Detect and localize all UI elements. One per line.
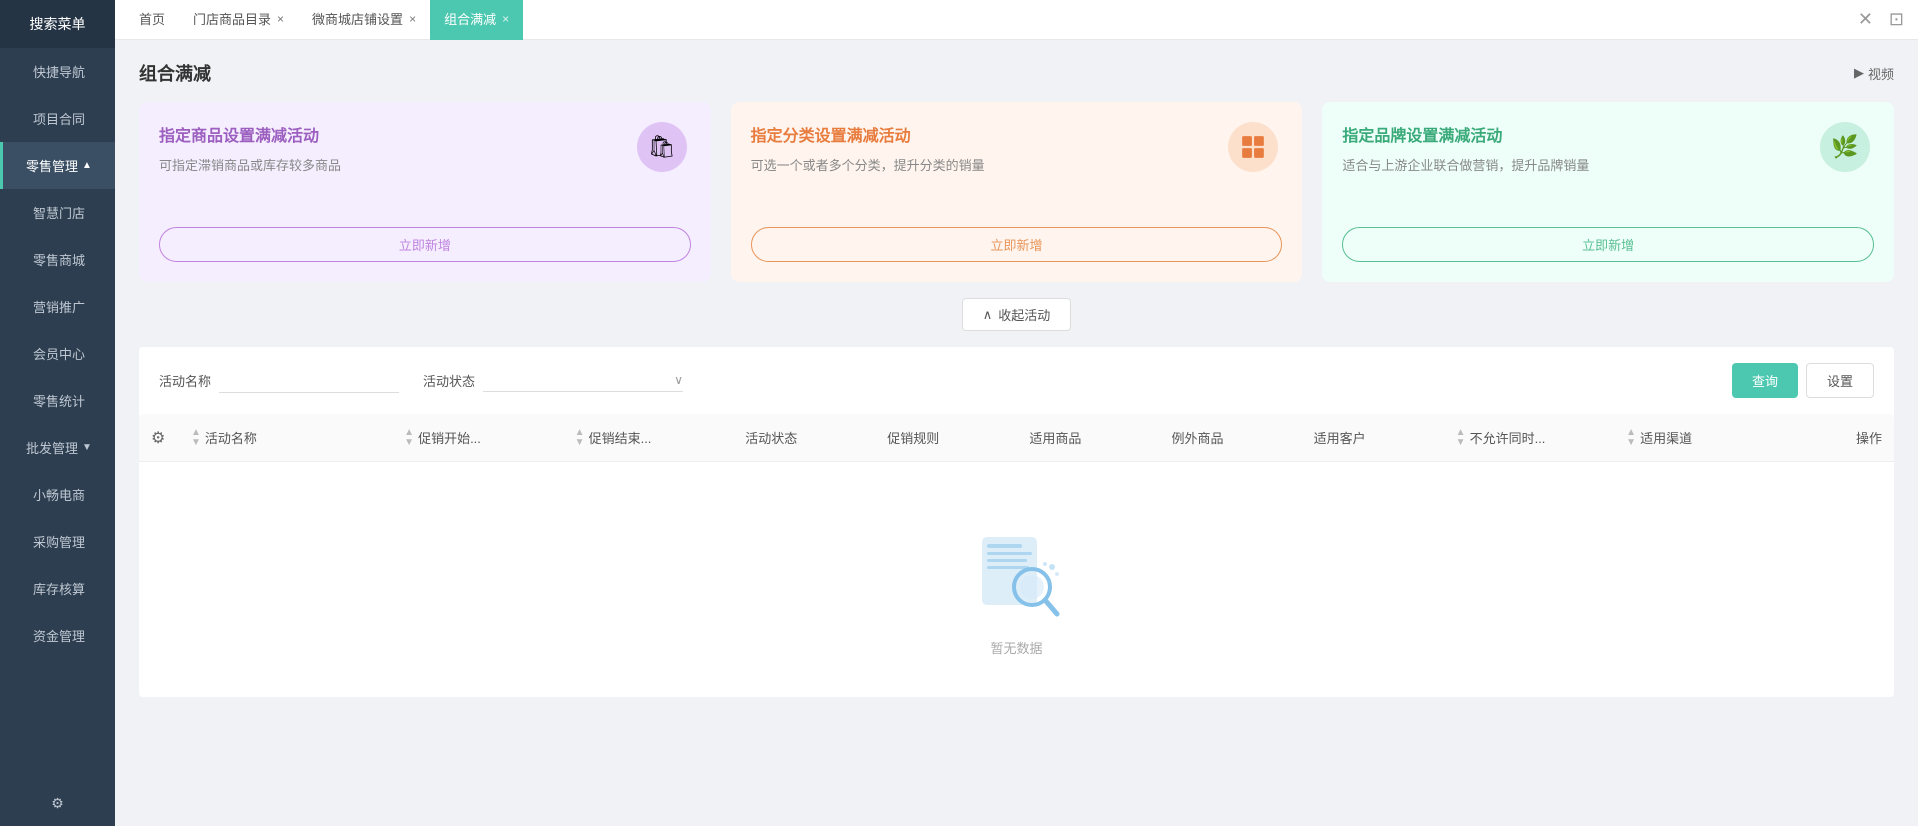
sidebar-settings-btn[interactable]: ⚙ (0, 781, 115, 826)
collapse-bar: ∧ 收起活动 (139, 298, 1894, 331)
chevron-down-icon: ∨ (674, 373, 683, 387)
chevron-up-icon: ∧ (983, 307, 993, 323)
promo-card-category-desc: 可选一个或者多个分类，提升分类的销量 (751, 156, 1283, 177)
sidebar: 搜索菜单 快捷导航 项目合同 零售管理 ▲ 智慧门店 零售商城 营销推广 会员中… (0, 0, 115, 826)
th-goods: 适用商品 (1029, 428, 1171, 447)
main-area: 首页 门店商品目录 × 微商城店铺设置 × 组合满减 × ✕ ⊡ 组合满减 ▶ … (115, 0, 1918, 826)
close-tab-combo-discount[interactable]: × (502, 12, 509, 26)
th-start: ▲▼ 促销开始... (404, 428, 575, 448)
th-gear[interactable]: ⚙ (151, 428, 191, 448)
filter-name-group: 活动名称 (159, 369, 399, 393)
close-tab-store-catalog[interactable]: × (277, 12, 284, 26)
table-header: ⚙ ▲▼ 活动名称 ▲▼ 促销开始... ▲▼ 促销结束... (139, 414, 1894, 462)
settings-button[interactable]: 设置 (1806, 363, 1874, 398)
sidebar-item-project-contract[interactable]: 项目合同 (0, 95, 115, 142)
tab-wechat-store-settings[interactable]: 微商城店铺设置 × (298, 0, 430, 40)
sidebar-search[interactable]: 搜索菜单 (0, 0, 115, 48)
table-wrapper: ⚙ ▲▼ 活动名称 ▲▼ 促销开始... ▲▼ 促销结束... (139, 414, 1894, 697)
th-channel: ▲▼ 适用渠道 (1626, 428, 1768, 448)
promo-cards: 🛍 指定商品设置满减活动 可指定滞销商品或库存较多商品 立即新增 指定分类设置满… (139, 102, 1894, 282)
tabbar-actions: ✕ ⊡ (1854, 9, 1908, 30)
promo-card-product-title: 指定商品设置满减活动 (159, 122, 691, 146)
gear-icon: ⚙ (51, 795, 64, 811)
sidebar-item-member-center[interactable]: 会员中心 (0, 330, 115, 377)
tab-combo-discount[interactable]: 组合满减 × (430, 0, 523, 40)
tab-home[interactable]: 首页 (125, 0, 179, 40)
th-name: ▲▼ 活动名称 (191, 428, 404, 448)
tab-store-catalog[interactable]: 门店商品目录 × (179, 0, 298, 40)
filter-status-label: 活动状态 (423, 371, 475, 390)
sidebar-item-retail-stats[interactable]: 零售统计 (0, 377, 115, 424)
th-cust: 适用客户 (1314, 428, 1456, 447)
sort-icon-name[interactable]: ▲▼ (191, 428, 201, 448)
promo-card-product-desc: 可指定滞销商品或库存较多商品 (159, 156, 691, 177)
promo-card-product: 🛍 指定商品设置满减活动 可指定滞销商品或库存较多商品 立即新增 (139, 102, 711, 282)
promo-card-brand-btn[interactable]: 立即新增 (1342, 227, 1874, 262)
promo-card-category-icon (1228, 122, 1278, 172)
filter-name-input[interactable] (219, 369, 399, 393)
th-excl: 例外商品 (1171, 428, 1313, 447)
sidebar-item-finance-mgmt[interactable]: 资金管理 (0, 612, 115, 659)
sort-icon-start[interactable]: ▲▼ (404, 428, 414, 448)
query-button[interactable]: 查询 (1732, 363, 1798, 398)
sidebar-item-retail-mall[interactable]: 零售商城 (0, 236, 115, 283)
th-op: 操作 (1768, 428, 1882, 447)
sidebar-item-retail-mgmt[interactable]: 零售管理 ▲ (0, 142, 115, 189)
page-header: 组合满减 ▶ 视频 (139, 60, 1894, 86)
sidebar-item-marketing[interactable]: 营销推广 (0, 283, 115, 330)
sidebar-item-wholesale-mgmt[interactable]: 批发管理 ▼ (0, 424, 115, 471)
empty-illustration (957, 522, 1077, 622)
tabbar: 首页 门店商品目录 × 微商城店铺设置 × 组合满减 × ✕ ⊡ (115, 0, 1918, 40)
chevron-down-icon: ▼ (82, 442, 92, 453)
promo-card-category-btn[interactable]: 立即新增 (751, 227, 1283, 262)
window-maximize-btn[interactable]: ⊡ (1885, 9, 1908, 30)
sort-icon-end[interactable]: ▲▼ (575, 428, 585, 448)
sidebar-item-quick-nav[interactable]: 快捷导航 (0, 48, 115, 95)
gear-icon[interactable]: ⚙ (151, 428, 165, 448)
th-rule: 促销规则 (887, 428, 1029, 447)
filter-name-label: 活动名称 (159, 371, 211, 390)
th-noconc: ▲▼ 不允许同时... (1456, 428, 1627, 448)
content-area: 组合满减 ▶ 视频 🛍 指定商品设置满减活动 可指定滞销商品或库存较多商品 立即… (115, 40, 1918, 826)
sidebar-item-xiochang-ecom[interactable]: 小畅电商 (0, 471, 115, 518)
th-status: 活动状态 (745, 428, 887, 447)
sort-icon-channel[interactable]: ▲▼ (1626, 428, 1636, 448)
filter-status-select[interactable]: ∨ (483, 369, 683, 392)
filter-actions: 查询 设置 (1732, 363, 1874, 398)
filter-and-table: 活动名称 活动状态 ∨ 查询 设置 (139, 347, 1894, 697)
promo-card-category-title: 指定分类设置满减活动 (751, 122, 1283, 146)
sidebar-item-smart-store[interactable]: 智慧门店 (0, 189, 115, 236)
chevron-up-icon: ▲ (82, 160, 92, 171)
promo-card-brand: 🌿 指定品牌设置满减活动 适合与上游企业联合做营销，提升品牌销量 立即新增 (1322, 102, 1894, 282)
sidebar-item-inventory-calc[interactable]: 库存核算 (0, 565, 115, 612)
collapse-btn[interactable]: ∧ 收起活动 (962, 298, 1072, 331)
promo-card-brand-icon: 🌿 (1820, 122, 1870, 172)
empty-state: 暂无数据 (139, 462, 1894, 697)
promo-card-category: 指定分类设置满减活动 可选一个或者多个分类，提升分类的销量 立即新增 (731, 102, 1303, 282)
filter-bar: 活动名称 活动状态 ∨ 查询 设置 (139, 347, 1894, 414)
promo-card-brand-desc: 适合与上游企业联合做营销，提升品牌销量 (1342, 156, 1874, 177)
video-link[interactable]: ▶ 视频 (1854, 64, 1894, 83)
page-title: 组合满减 (139, 60, 211, 86)
close-tab-wechat-store-settings[interactable]: × (409, 12, 416, 26)
promo-card-product-icon: 🛍 (637, 122, 687, 172)
empty-text: 暂无数据 (990, 638, 1042, 657)
promo-card-brand-title: 指定品牌设置满减活动 (1342, 122, 1874, 146)
sidebar-item-purchase-mgmt[interactable]: 采购管理 (0, 518, 115, 565)
th-end: ▲▼ 促销结束... (575, 428, 746, 448)
filter-status-group: 活动状态 ∨ (423, 369, 683, 392)
sort-icon-noconc[interactable]: ▲▼ (1456, 428, 1466, 448)
promo-card-product-btn[interactable]: 立即新增 (159, 227, 691, 262)
play-icon: ▶ (1854, 65, 1864, 81)
window-close-btn[interactable]: ✕ (1854, 9, 1877, 30)
